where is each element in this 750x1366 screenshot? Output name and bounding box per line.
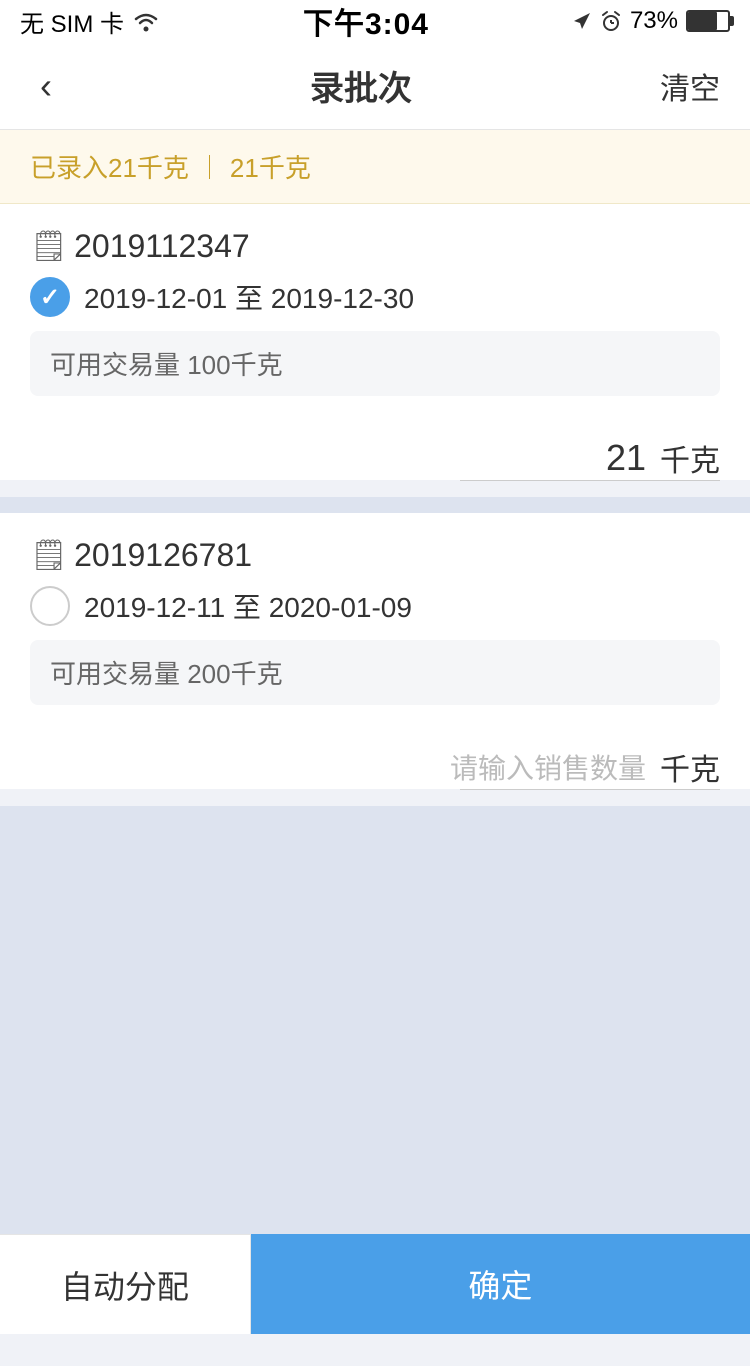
page-title: 录批次: [310, 61, 412, 110]
card-pad-2: [0, 705, 750, 725]
info-divider: [209, 155, 210, 179]
status-bar: 无 SIM 卡 下午3:04 73%: [0, 0, 750, 42]
info-label: 已录入21千克: [30, 148, 189, 185]
batch-header-1: 🗒 2019112347: [30, 228, 720, 265]
battery-icon: [686, 10, 730, 32]
quantity-placeholder-2[interactable]: 请输入销售数量: [450, 747, 646, 787]
section-separator: [0, 497, 750, 513]
wifi-icon: [132, 10, 160, 32]
quantity-value-1[interactable]: 21: [566, 437, 646, 479]
batch-card-1: 🗒 2019112347 2019-12-01 至 2019-12-30 可用交…: [0, 204, 750, 396]
main-content: 🗒 2019112347 2019-12-01 至 2019-12-30 可用交…: [0, 204, 750, 1366]
doc-icon-1: 🗒: [30, 229, 68, 264]
batch-date-2: 2019-12-11 至 2020-01-09: [84, 586, 412, 626]
battery-text: 73%: [630, 7, 678, 35]
info-banner: 已录入21千克 21千克: [0, 130, 750, 204]
batch-header-2: 🗒 2019126781: [30, 537, 720, 574]
alarm-icon: [600, 10, 622, 32]
back-button[interactable]: ‹: [30, 55, 62, 117]
quantity-unit-2: 千克: [660, 745, 720, 789]
batch-available-1: 可用交易量 100千克: [30, 331, 720, 396]
quantity-divider-2: [460, 789, 720, 790]
status-right: 73%: [572, 7, 730, 35]
bottom-bar: 自动分配 确定: [0, 1234, 750, 1334]
quantity-unit-1: 千克: [660, 436, 720, 480]
carrier-text: 无 SIM 卡: [20, 4, 124, 39]
confirm-button[interactable]: 确定: [251, 1234, 750, 1334]
batch-id-2: 2019126781: [74, 537, 252, 574]
nav-bar: ‹ 录批次 清空: [0, 42, 750, 130]
batch-available-2: 可用交易量 200千克: [30, 640, 720, 705]
radio-button-2[interactable]: [30, 586, 70, 626]
batch-id-1: 2019112347: [74, 228, 250, 265]
status-left: 无 SIM 卡: [20, 4, 160, 39]
batch-card-2: 🗒 2019126781 2019-12-11 至 2020-01-09 可用交…: [0, 513, 750, 705]
batch-date-row-2: 2019-12-11 至 2020-01-09: [30, 586, 720, 626]
clear-button[interactable]: 清空: [660, 64, 720, 108]
info-value: 21千克: [230, 148, 311, 185]
radio-button-1[interactable]: [30, 277, 70, 317]
card-pad-1: [0, 396, 750, 416]
location-icon: [572, 11, 592, 31]
quantity-divider-1: [460, 480, 720, 481]
batch-date-1: 2019-12-01 至 2019-12-30: [84, 277, 414, 317]
status-time: 下午3:04: [303, 0, 429, 43]
bottom-spacer: [0, 806, 750, 1266]
doc-icon-2: 🗒: [30, 538, 68, 573]
batch-date-row-1: 2019-12-01 至 2019-12-30: [30, 277, 720, 317]
quantity-row-2: 请输入销售数量 千克: [0, 725, 750, 789]
quantity-row-1: 21 千克: [0, 416, 750, 480]
auto-distribute-button[interactable]: 自动分配: [0, 1234, 251, 1334]
